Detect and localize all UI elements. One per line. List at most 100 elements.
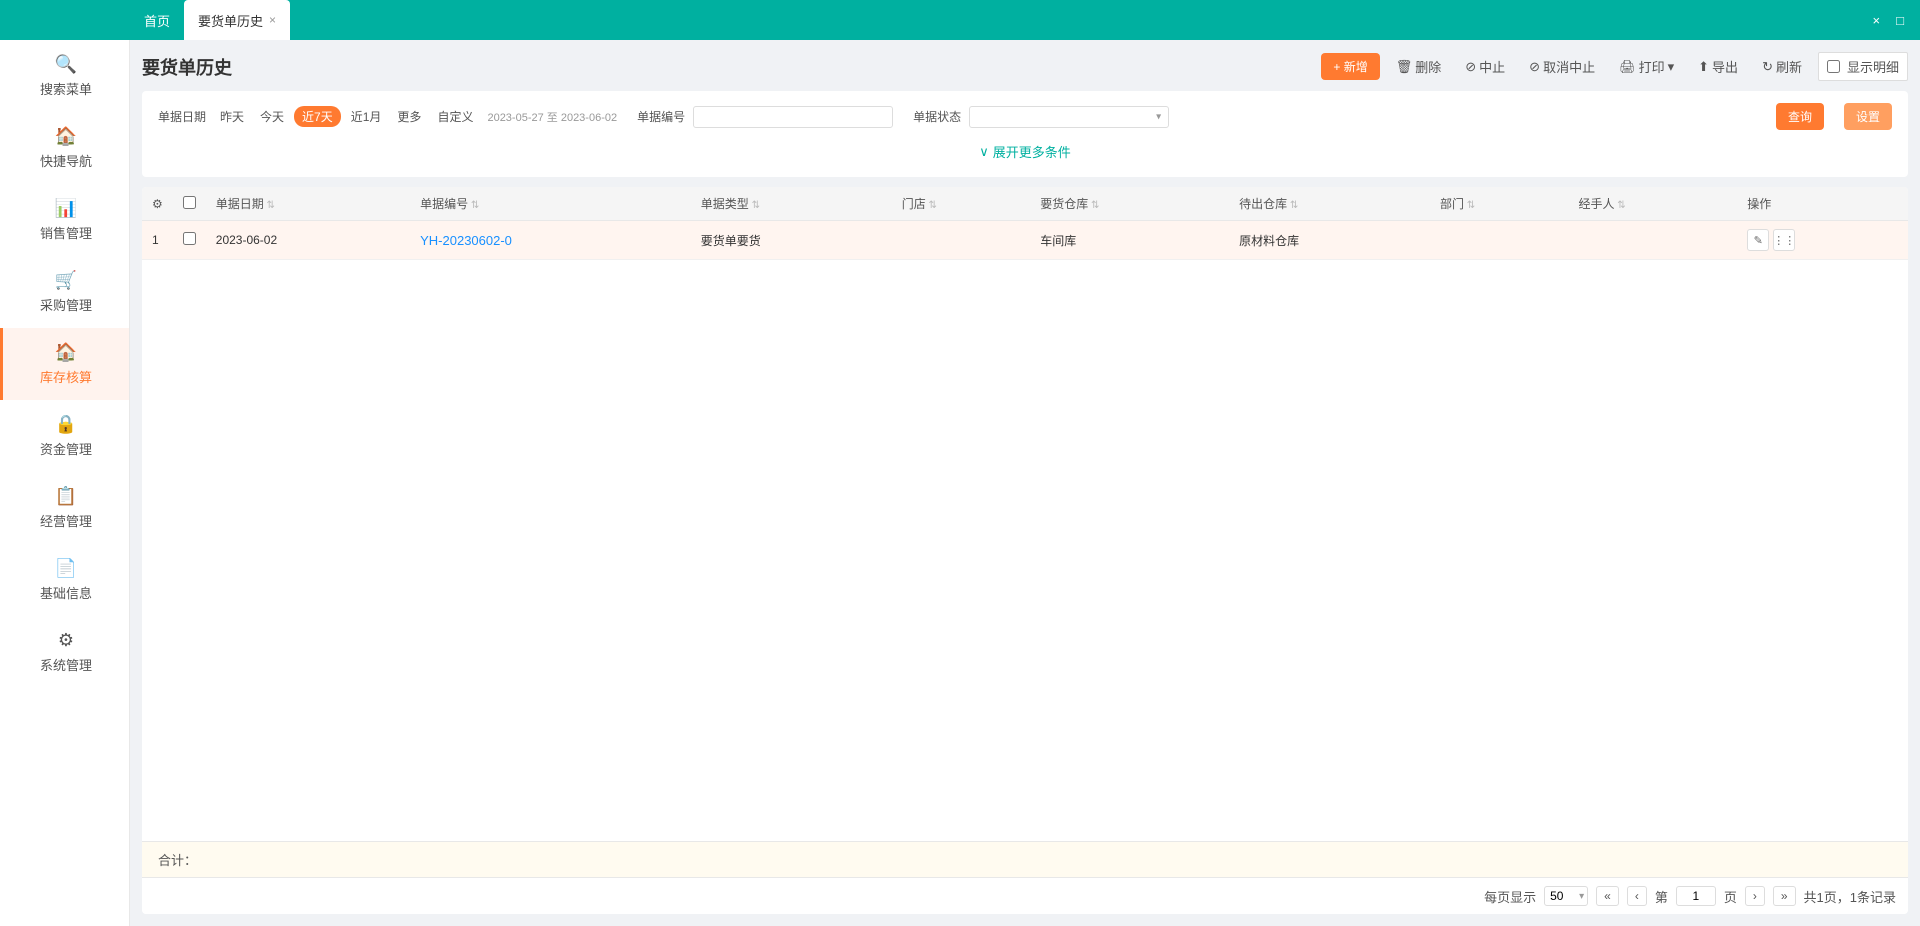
delete-button[interactable]: 🗑 删除 [1388, 53, 1450, 80]
finance-icon: 🔒 [55, 414, 77, 435]
prev-page-btn[interactable]: ‹ [1627, 886, 1647, 906]
window-close-btn[interactable]: × [1873, 13, 1881, 28]
page-input[interactable] [1676, 886, 1716, 906]
date-btn-last7days[interactable]: 近7天 [294, 106, 341, 127]
cell-pending-warehouse: 原材料仓库 [1229, 221, 1430, 260]
display-detail-btn[interactable]: 显示明细 [1818, 52, 1908, 81]
stop-icon: ⊘ [1465, 59, 1476, 75]
tab-close-icon[interactable]: × [269, 13, 276, 27]
col-settings[interactable]: ⚙ [142, 187, 173, 221]
basic-info-icon: 📄 [55, 558, 77, 579]
window-maximize-btn[interactable]: □ [1896, 13, 1904, 28]
cancel-stop-button[interactable]: ⊘ 取消中止 [1521, 53, 1603, 80]
tab-requisition-history[interactable]: 要货单历史 × [184, 0, 290, 40]
date-btn-more[interactable]: 更多 [391, 106, 427, 127]
sidebar-item-label: 快捷导航 [40, 151, 92, 170]
sidebar-item-label: 销售管理 [40, 223, 92, 242]
sidebar-item-finance[interactable]: 🔒 资金管理 [0, 400, 129, 472]
cancel-stop-icon: ⊘ [1529, 59, 1540, 75]
top-nav-right: × □ [1873, 13, 1920, 28]
sidebar-item-basic-info[interactable]: 📄 基础信息 [0, 544, 129, 616]
next-page-btn[interactable]: › [1745, 886, 1765, 906]
date-btn-today[interactable]: 今天 [254, 106, 290, 127]
sidebar: 🔍 搜索菜单 🏠 快捷导航 📊 销售管理 🛒 采购管理 🏠 库存核算 🔒 资金管… [0, 40, 130, 926]
table-footer: 合计： [142, 841, 1908, 877]
total-label: 共1页，1条记录 [1804, 887, 1896, 906]
docno-input[interactable] [693, 106, 893, 128]
system-mgmt-icon: ⚙ [58, 630, 74, 651]
sidebar-item-search-menu[interactable]: 🔍 搜索菜单 [0, 40, 129, 112]
row-more-btn[interactable]: ⋮⋮ [1773, 229, 1795, 251]
col-type[interactable]: 单据类型 [691, 187, 892, 221]
docno-link[interactable]: YH-20230602-0 [420, 233, 512, 248]
col-ops: 操作 [1737, 187, 1908, 221]
cell-req-warehouse: 车间库 [1030, 221, 1229, 260]
operations-icon: 📋 [55, 486, 77, 507]
sidebar-item-label: 基础信息 [40, 583, 92, 602]
print-button[interactable]: 🖨 打印 ▾ [1611, 53, 1682, 80]
page-unit-label: 页 [1724, 887, 1737, 906]
sidebar-item-label: 采购管理 [40, 295, 92, 314]
sidebar-item-label: 搜索菜单 [40, 79, 92, 98]
display-detail-checkbox[interactable] [1827, 60, 1840, 73]
inventory-icon: 🏠 [55, 342, 77, 363]
sidebar-item-sales-mgmt[interactable]: 📊 销售管理 [0, 184, 129, 256]
settings-button[interactable]: 设置 [1844, 103, 1892, 130]
col-req-warehouse[interactable]: 要货仓库 [1030, 187, 1229, 221]
docno-filter-label: 单据编号 [637, 108, 685, 125]
col-checkbox [173, 187, 206, 221]
cell-handler [1569, 221, 1738, 260]
status-select[interactable] [969, 106, 1169, 128]
date-btn-yesterday[interactable]: 昨天 [214, 106, 250, 127]
refresh-button[interactable]: ↻ 刷新 [1754, 53, 1810, 80]
sidebar-item-inventory[interactable]: 🏠 库存核算 [0, 328, 129, 400]
row-edit-btn[interactable]: ✎ [1747, 229, 1769, 251]
sidebar-item-system-mgmt[interactable]: ⚙ 系统管理 [0, 616, 129, 688]
tab-home[interactable]: 首页 [130, 0, 184, 40]
date-btn-last1month[interactable]: 近1月 [345, 106, 388, 127]
new-button[interactable]: + 新增 [1321, 53, 1379, 80]
tab-requisition-history-label: 要货单历史 [198, 11, 263, 30]
query-button[interactable]: 查询 [1776, 103, 1824, 130]
data-table: ⚙ 单据日期 单据编号 单据类型 门店 要货仓库 待出仓库 部门 经手人 操作 [142, 187, 1908, 260]
cell-date: 2023-06-02 [206, 221, 410, 260]
status-select-wrapper [969, 106, 1169, 128]
page-input-label: 第 [1655, 887, 1668, 906]
first-page-btn[interactable]: « [1596, 886, 1619, 906]
select-all-checkbox[interactable] [183, 196, 196, 209]
page-size-select[interactable]: 50 20 100 [1544, 886, 1588, 906]
content-area: 要货单历史 + 新增 🗑 删除 ⊘ 中止 ⊘ 取消中止 🖨 打印 [130, 40, 1920, 926]
col-docno[interactable]: 单据编号 [410, 187, 691, 221]
last-page-btn[interactable]: » [1773, 886, 1796, 906]
sidebar-item-operations[interactable]: 📋 经营管理 [0, 472, 129, 544]
row-checkbox[interactable] [183, 232, 196, 245]
col-dept[interactable]: 部门 [1430, 187, 1569, 221]
table-body: 1 2023-06-02 YH-20230602-0 要货单要货 车间库 原材料… [142, 221, 1908, 260]
expand-more-icon: ∨ [979, 144, 989, 160]
print-dropdown-icon: ▾ [1668, 59, 1675, 75]
col-date[interactable]: 单据日期 [206, 187, 410, 221]
sidebar-item-purchase-mgmt[interactable]: 🛒 采购管理 [0, 256, 129, 328]
sidebar-item-label: 资金管理 [40, 439, 92, 458]
col-store[interactable]: 门店 [892, 187, 1031, 221]
cell-docno[interactable]: YH-20230602-0 [410, 221, 691, 260]
cell-checkbox [173, 221, 206, 260]
delete-icon: 🗑 [1396, 59, 1413, 75]
expand-more-btn[interactable]: ∨ 展开更多条件 [967, 138, 1083, 165]
col-pending-warehouse[interactable]: 待出仓库 [1229, 187, 1430, 221]
row-ops: ✎ ⋮⋮ [1747, 229, 1898, 251]
date-filter: 单据日期 昨天 今天 近7天 近1月 更多 自定义 2023-05-27 至 2… [158, 106, 617, 127]
cell-store [892, 221, 1031, 260]
purchase-mgmt-icon: 🛒 [55, 270, 77, 291]
status-filter: 单据状态 [913, 106, 1169, 128]
quick-nav-icon: 🏠 [55, 126, 77, 147]
table-header: ⚙ 单据日期 单据编号 单据类型 门店 要货仓库 待出仓库 部门 经手人 操作 [142, 187, 1908, 221]
date-btn-custom[interactable]: 自定义 [431, 106, 479, 127]
export-button[interactable]: ⬆ 导出 [1690, 53, 1746, 80]
sidebar-item-label: 经营管理 [40, 511, 92, 530]
col-handler[interactable]: 经手人 [1569, 187, 1738, 221]
sales-mgmt-icon: 📊 [55, 198, 77, 219]
sidebar-item-quick-nav[interactable]: 🏠 快捷导航 [0, 112, 129, 184]
stop-button[interactable]: ⊘ 中止 [1457, 53, 1513, 80]
sidebar-item-label: 库存核算 [40, 367, 92, 386]
